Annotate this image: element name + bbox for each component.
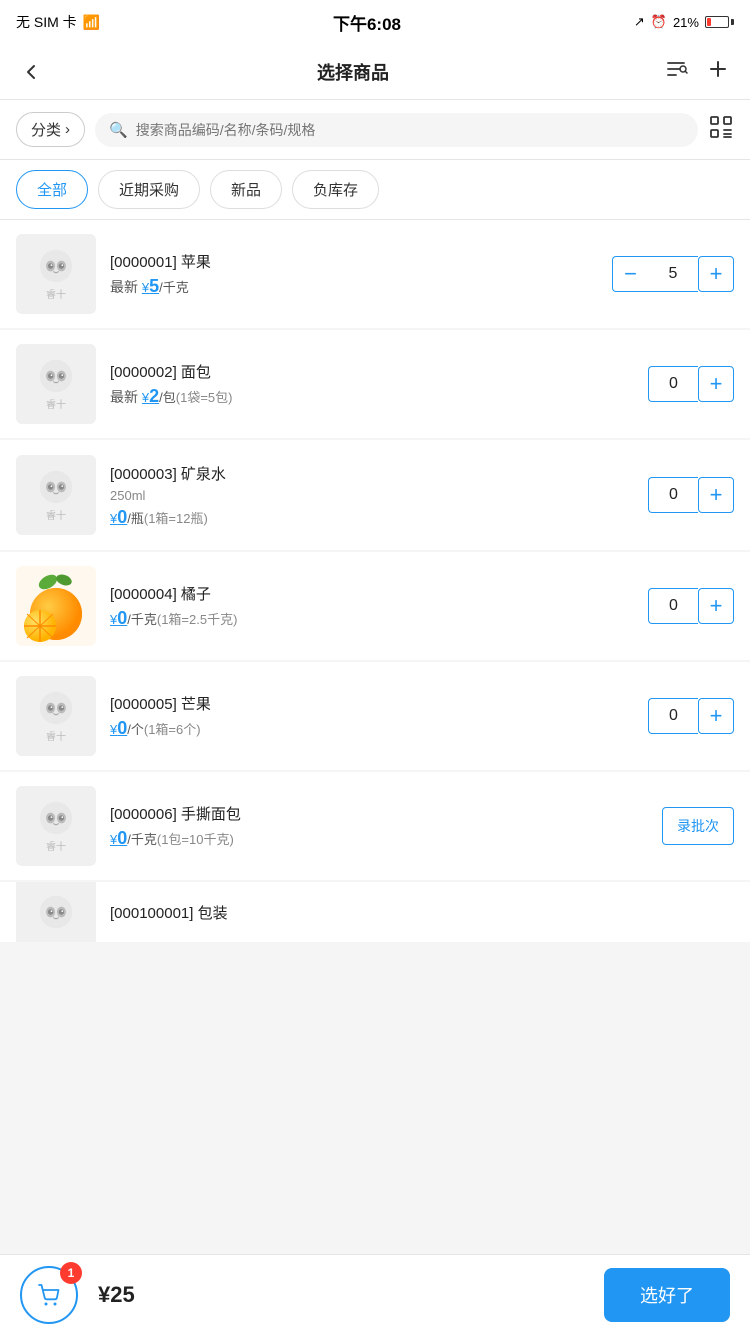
product-name: [0000004] 橘子 bbox=[110, 583, 634, 604]
scan-icon[interactable] bbox=[708, 114, 734, 146]
nav-actions bbox=[664, 57, 730, 87]
tab-all[interactable]: 全部 bbox=[16, 170, 88, 209]
quantity-input[interactable] bbox=[648, 588, 698, 624]
search-icon: 🔍 bbox=[109, 121, 128, 139]
list-item: 睿十 [0000002] 面包 最新 ¥2/包(1袋=5包) + bbox=[0, 330, 750, 438]
product-list: 睿十 [0000001] 苹果 最新 ¥5/千克 − + bbox=[0, 220, 750, 1024]
tab-bar: 全部 近期采购 新品 负库存 bbox=[0, 160, 750, 220]
product-image-0000002: 睿十 bbox=[16, 344, 96, 424]
status-right: ↗ ⏰ 21% bbox=[634, 14, 734, 30]
search-bar: 分类 › 🔍 bbox=[0, 100, 750, 160]
product-info-0000005: [0000005] 芒果 ¥0/个(1箱=6个) bbox=[110, 693, 634, 739]
quantity-input[interactable] bbox=[648, 256, 698, 292]
battery-percent: 21% bbox=[673, 15, 699, 30]
product-image-0000006: 睿十 bbox=[16, 786, 96, 866]
carrier-text: 无 SIM 卡 bbox=[16, 12, 77, 32]
list-item: 睿十 [0000003] 矿泉水 250ml ¥0/瓶(1箱=12瓶) + bbox=[0, 440, 750, 550]
chevron-right-icon: › bbox=[65, 121, 70, 138]
status-bar: 无 SIM 卡 📶 下午6:08 ↗ ⏰ 21% bbox=[0, 0, 750, 44]
product-name: [0000003] 矿泉水 bbox=[110, 463, 634, 484]
list-item: [0000004] 橘子 ¥0/千克(1箱=2.5千克) + bbox=[0, 552, 750, 660]
total-price: ¥25 bbox=[98, 1282, 584, 1308]
product-controls-0000001: − + bbox=[612, 256, 734, 292]
product-info-0000002: [0000002] 面包 最新 ¥2/包(1袋=5包) bbox=[110, 361, 634, 407]
product-image-0000005: 睿十 bbox=[16, 676, 96, 756]
filter-icon[interactable] bbox=[664, 57, 688, 87]
product-image-000100001 bbox=[16, 882, 96, 942]
product-price: 最新 ¥2/包(1袋=5包) bbox=[110, 386, 634, 407]
product-controls-0000002: + bbox=[648, 366, 734, 402]
product-spec: 250ml bbox=[110, 488, 634, 503]
product-info-0000004: [0000004] 橘子 ¥0/千克(1箱=2.5千克) bbox=[110, 583, 634, 629]
product-info-0000006: [0000006] 手撕面包 ¥0/千克(1包=10千克) bbox=[110, 803, 648, 849]
product-name: [0000005] 芒果 bbox=[110, 693, 634, 714]
search-input[interactable] bbox=[136, 122, 684, 138]
product-controls-0000004: + bbox=[648, 588, 734, 624]
product-name: [0000001] 苹果 bbox=[110, 251, 598, 272]
quantity-input[interactable] bbox=[648, 477, 698, 513]
product-price: 最新 ¥5/千克 bbox=[110, 276, 598, 297]
search-input-wrapper[interactable]: 🔍 bbox=[95, 113, 698, 147]
product-price: ¥0/千克(1包=10千克) bbox=[110, 828, 648, 849]
product-price: ¥0/千克(1箱=2.5千克) bbox=[110, 608, 634, 629]
quantity-input[interactable] bbox=[648, 366, 698, 402]
quantity-increase-button[interactable]: + bbox=[698, 698, 734, 734]
alarm-icon: ⏰ bbox=[651, 14, 667, 30]
product-name: [0000002] 面包 bbox=[110, 361, 634, 382]
product-controls-0000005: + bbox=[648, 698, 734, 734]
list-item: 睿十 [0000001] 苹果 最新 ¥5/千克 − + bbox=[0, 220, 750, 328]
batch-button[interactable]: 录批次 bbox=[662, 807, 734, 845]
confirm-button[interactable]: 选好了 bbox=[604, 1268, 730, 1322]
battery-bar bbox=[705, 16, 734, 28]
status-time: 下午6:08 bbox=[333, 10, 401, 35]
cart-badge: 1 bbox=[60, 1262, 82, 1284]
status-left: 无 SIM 卡 📶 bbox=[16, 12, 100, 32]
tab-new[interactable]: 新品 bbox=[210, 170, 282, 209]
product-image-0000004 bbox=[16, 566, 96, 646]
location-icon: ↗ bbox=[634, 14, 645, 30]
list-item: [000100001] 包装 bbox=[0, 882, 750, 942]
product-price: ¥0/个(1箱=6个) bbox=[110, 718, 634, 739]
quantity-increase-button[interactable]: + bbox=[698, 256, 734, 292]
product-name: [0000006] 手撕面包 bbox=[110, 803, 648, 824]
list-item: 睿十 [0000005] 芒果 ¥0/个(1箱=6个) + bbox=[0, 662, 750, 770]
wifi-icon: 📶 bbox=[83, 14, 100, 31]
product-info-000100001: [000100001] 包装 bbox=[110, 902, 734, 923]
product-info-0000003: [0000003] 矿泉水 250ml ¥0/瓶(1箱=12瓶) bbox=[110, 463, 634, 528]
cart-wrapper: 1 bbox=[20, 1266, 78, 1324]
tab-recent[interactable]: 近期采购 bbox=[98, 170, 200, 209]
product-controls-0000006: 录批次 bbox=[662, 807, 734, 845]
product-controls-0000003: + bbox=[648, 477, 734, 513]
nav-bar: 选择商品 bbox=[0, 44, 750, 100]
quantity-increase-button[interactable]: + bbox=[698, 366, 734, 402]
product-image-0000003: 睿十 bbox=[16, 455, 96, 535]
product-name: [000100001] 包装 bbox=[110, 902, 734, 923]
back-button[interactable] bbox=[20, 61, 42, 83]
quantity-decrease-button[interactable]: − bbox=[612, 256, 648, 292]
category-button[interactable]: 分类 › bbox=[16, 112, 85, 147]
tab-negative-stock[interactable]: 负库存 bbox=[292, 170, 379, 209]
page-title: 选择商品 bbox=[317, 59, 389, 85]
product-image-0000001: 睿十 bbox=[16, 234, 96, 314]
list-item: 睿十 [0000006] 手撕面包 ¥0/千克(1包=10千克) 录批次 bbox=[0, 772, 750, 880]
product-info-0000001: [0000001] 苹果 最新 ¥5/千克 bbox=[110, 251, 598, 297]
bottom-bar: 1 ¥25 选好了 bbox=[0, 1254, 750, 1334]
product-price: ¥0/瓶(1箱=12瓶) bbox=[110, 507, 634, 528]
add-button[interactable] bbox=[706, 57, 730, 87]
quantity-increase-button[interactable]: + bbox=[698, 477, 734, 513]
quantity-increase-button[interactable]: + bbox=[698, 588, 734, 624]
quantity-input[interactable] bbox=[648, 698, 698, 734]
